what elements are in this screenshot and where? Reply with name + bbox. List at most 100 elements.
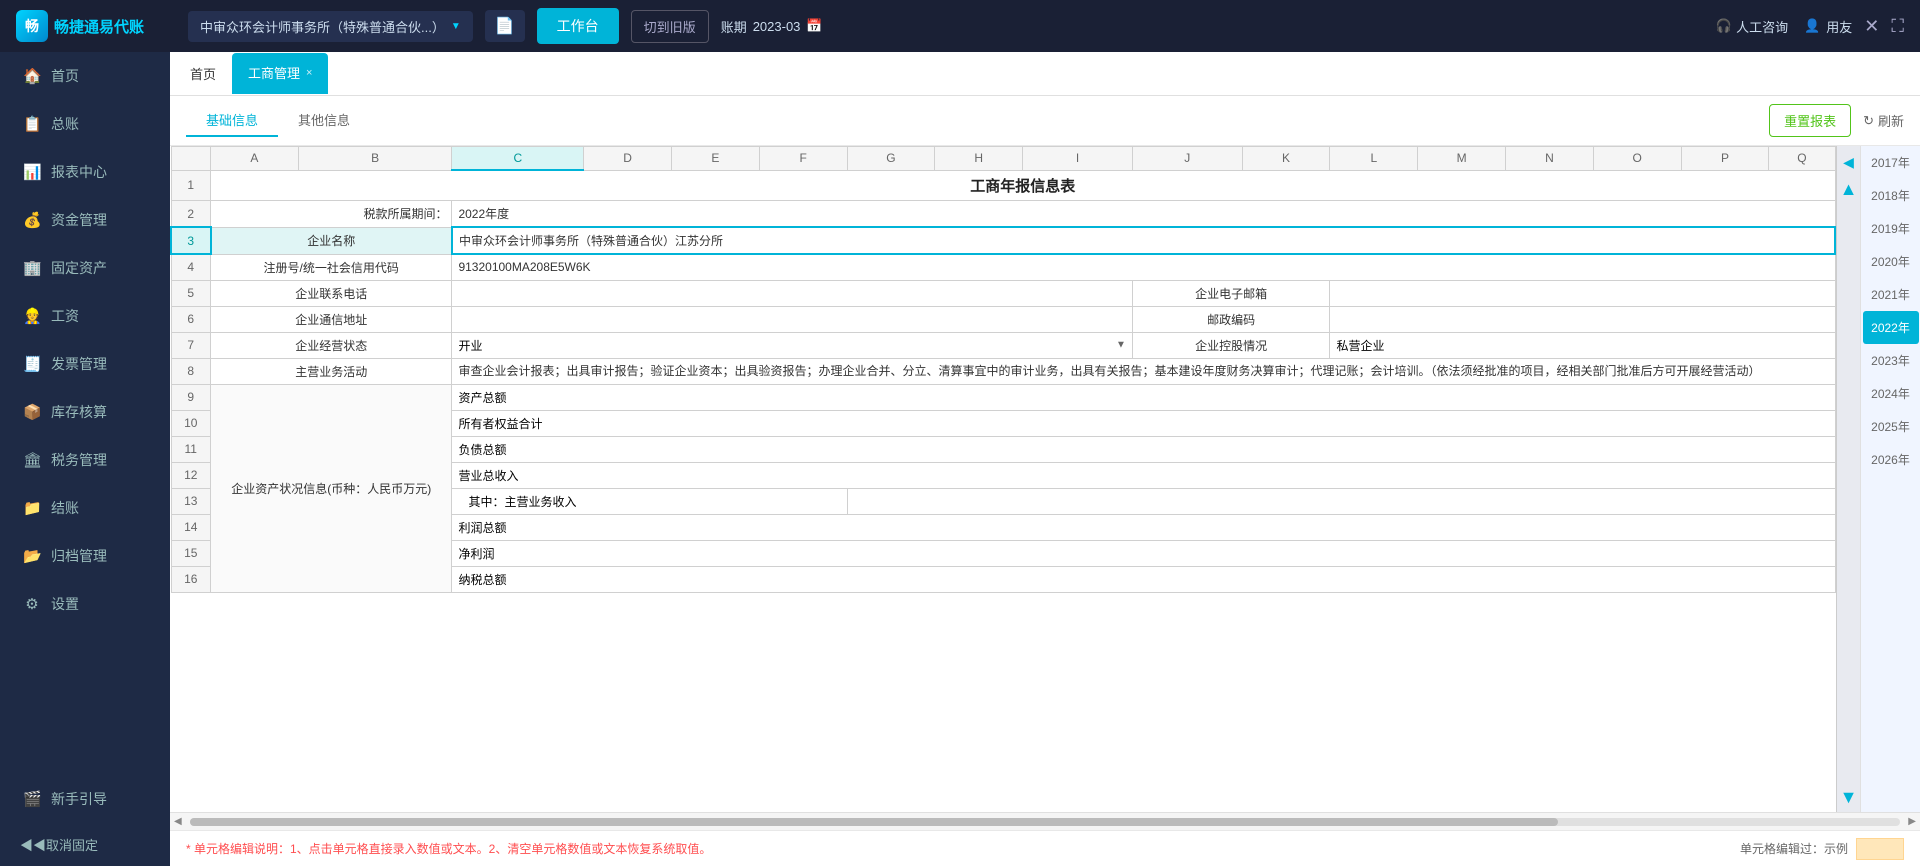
col-q[interactable]: Q [1769, 147, 1835, 171]
cell-edited-label: 单元格编辑过：示例 [1740, 840, 1848, 857]
spreadsheet-area[interactable]: A B C D E F G H I J K L M [170, 146, 1836, 812]
corner-cell [171, 147, 211, 171]
sidebar-item-tax[interactable]: 🏛 税务管理 [0, 436, 170, 484]
sidebar-item-invoice[interactable]: 🧾 发票管理 [0, 340, 170, 388]
year-2018[interactable]: 2018年 [1863, 179, 1919, 212]
subtab-basic[interactable]: 基础信息 [186, 104, 278, 137]
col-d[interactable]: D [584, 147, 672, 171]
col-a[interactable]: A [211, 147, 299, 171]
subtab-other[interactable]: 其他信息 [278, 104, 370, 137]
col-k[interactable]: K [1242, 147, 1330, 171]
col-o[interactable]: O [1593, 147, 1681, 171]
sidebar-label-archive: 归档管理 [51, 546, 107, 566]
toolbar-right: 重置报表 ↻ 刷新 [1769, 104, 1904, 137]
sidebar-label-reports: 报表中心 [51, 162, 107, 182]
year-2022[interactable]: 2022年 [1863, 311, 1919, 344]
old-version-button[interactable]: 切到旧版 [631, 10, 709, 43]
sidebar-item-archive[interactable]: 📂 归档管理 [0, 532, 170, 580]
content-area: 首页 工商管理 × 基础信息 其他信息 重置报表 ↻ 刷新 [170, 52, 1920, 866]
refresh-icon: ↻ [1863, 113, 1874, 129]
sidebar-label-salary: 工资 [51, 306, 79, 326]
year-2024[interactable]: 2024年 [1863, 377, 1919, 410]
year-2026[interactable]: 2026年 [1863, 443, 1919, 476]
period-label: 账期 [721, 17, 747, 36]
support-label: 人工咨询 [1736, 17, 1788, 36]
sidebar-item-ledger[interactable]: 📋 总账 [0, 100, 170, 148]
reset-report-button[interactable]: 重置报表 [1769, 104, 1851, 137]
scroll-up-arrow[interactable]: ◀ [1843, 154, 1854, 171]
support-button[interactable]: 🎧 人工咨询 [1716, 17, 1788, 36]
sidebar-item-guide[interactable]: 🎬 新手引导 [0, 775, 170, 823]
sidebar-item-finance[interactable]: 💰 资金管理 [0, 196, 170, 244]
col-b[interactable]: B [298, 147, 452, 171]
tab-home[interactable]: 首页 [178, 54, 228, 93]
col-p[interactable]: P [1681, 147, 1769, 171]
refresh-button[interactable]: ↻ 刷新 [1863, 111, 1904, 130]
year-2021[interactable]: 2021年 [1863, 278, 1919, 311]
user-area[interactable]: 👤 用友 [1804, 17, 1852, 36]
document-button[interactable]: 📄 [485, 10, 525, 42]
table-row: 6 企业通信地址 邮政编码 [171, 306, 1835, 332]
sidebar-item-inventory[interactable]: 📦 库存核算 [0, 388, 170, 436]
sub-tabs: 基础信息 其他信息 [186, 104, 370, 137]
sidebar-label-finance: 资金管理 [51, 210, 107, 230]
assets-icon: 🏢 [23, 259, 41, 277]
sidebar-item-salary[interactable]: 👷 工资 [0, 292, 170, 340]
close-window-button[interactable]: ✕ [1864, 16, 1879, 37]
company-selector[interactable]: 中审众环会计师事务所（特殊普通合伙...） ▼ [188, 11, 473, 42]
scroll-track-h[interactable] [190, 818, 1901, 826]
row-num-1: 1 [171, 170, 211, 201]
maximize-window-button[interactable]: ⛶ [1891, 16, 1904, 37]
company-name: 中审众环会计师事务所（特殊普通合伙...） [200, 17, 445, 36]
table-row: 8 主营业务活动 审查企业会计报表；出具审计报告；验证企业资本；出具验资报告；办… [171, 358, 1835, 384]
spreadsheet-table: A B C D E F G H I J K L M [170, 146, 1836, 593]
col-m[interactable]: M [1418, 147, 1506, 171]
company-dropdown-arrow: ▼ [451, 21, 461, 32]
year-2025[interactable]: 2025年 [1863, 410, 1919, 443]
refresh-label: 刷新 [1878, 111, 1904, 130]
tab-close-button[interactable]: × [306, 67, 312, 79]
col-l[interactable]: L [1330, 147, 1418, 171]
col-i[interactable]: I [1023, 147, 1133, 171]
year-2019[interactable]: 2019年 [1863, 212, 1919, 245]
sidebar-label-guide: 新手引导 [51, 789, 107, 809]
table-row: 5 企业联系电话 企业电子邮箱 [171, 280, 1835, 306]
inventory-icon: 📦 [23, 403, 41, 421]
table-row: 1 工商年报信息表 [171, 170, 1835, 201]
table-row: 7 企业经营状态 开业 ▼ 企业控股情况 私营企业 [171, 332, 1835, 358]
col-j[interactable]: J [1132, 147, 1242, 171]
toolbar-area: 基础信息 其他信息 重置报表 ↻ 刷新 [170, 96, 1920, 146]
scroll-thumb-h[interactable] [190, 818, 1558, 826]
col-e[interactable]: E [671, 147, 759, 171]
col-g[interactable]: G [847, 147, 935, 171]
calendar-icon[interactable]: 📅 [806, 18, 822, 34]
spreadsheet-wrapper: A B C D E F G H I J K L M [170, 146, 1920, 812]
col-c[interactable]: C [452, 147, 584, 171]
workbench-button[interactable]: 工作台 [537, 8, 619, 44]
year-2017[interactable]: 2017年 [1863, 146, 1919, 179]
col-f[interactable]: F [759, 147, 847, 171]
sidebar-item-assets[interactable]: 🏢 固定资产 [0, 244, 170, 292]
logo-icon: 畅 [16, 10, 48, 42]
year-2023[interactable]: 2023年 [1863, 344, 1919, 377]
tab-commerce[interactable]: 工商管理 × [232, 53, 328, 94]
sidebar-bottom: 🎬 新手引导 ◀◀取消固定 [0, 775, 170, 866]
settings-icon: ⚙ [23, 595, 41, 613]
sidebar-item-home[interactable]: 🏠 首页 [0, 52, 170, 100]
scroll-bottom-arrow[interactable]: ▼ [1840, 787, 1858, 808]
pin-label: ◀◀取消固定 [20, 835, 98, 854]
scroll-top-arrow[interactable]: ▲ [1840, 179, 1858, 200]
scroll-left-arrow[interactable]: ◀ [170, 816, 186, 827]
title-cell[interactable]: 工商年报信息表 [211, 170, 1836, 201]
horizontal-scrollbar[interactable]: ◀ ▶ [170, 812, 1920, 830]
col-n[interactable]: N [1506, 147, 1594, 171]
sidebar-item-reports[interactable]: 📊 报表中心 [0, 148, 170, 196]
home-icon: 🏠 [23, 67, 41, 85]
scroll-right-arrow[interactable]: ▶ [1904, 816, 1920, 827]
sidebar-item-settings[interactable]: ⚙ 设置 [0, 580, 170, 628]
year-2020[interactable]: 2020年 [1863, 245, 1919, 278]
sidebar-pin-button[interactable]: ◀◀取消固定 [0, 823, 170, 866]
col-h[interactable]: H [935, 147, 1023, 171]
sidebar-item-closing[interactable]: 📁 结账 [0, 484, 170, 532]
right-panel: ◀ ▲ ▼ 2017年 2018年 2019年 2020年 2021年 2022… [1836, 146, 1920, 812]
